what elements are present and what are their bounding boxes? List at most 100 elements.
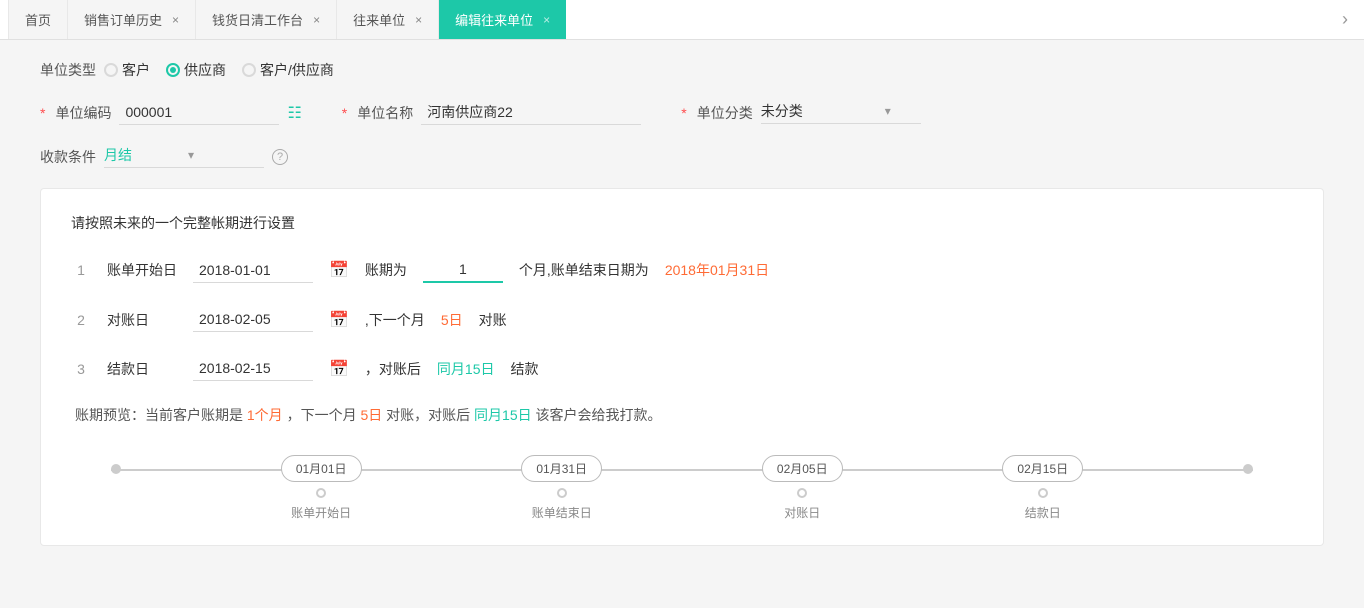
timeline-point-2: 01月31日 账单结束日	[521, 455, 602, 521]
timeline-dot-2	[557, 488, 567, 498]
period-num-2: 2	[71, 312, 91, 328]
period-row-1: 1 账单开始日 📅 账期为 个月,账单结束日期为 2018年01月31日	[71, 257, 1293, 283]
preview-part1: 1个月	[247, 407, 283, 423]
timeline-label-1: 账单开始日	[291, 504, 351, 521]
period-settings-title: 请按照未来的一个完整帐期进行设置	[71, 213, 1293, 233]
unit-info-row: * 单位编码 ☷ * 单位名称 * 单位分类 未分类 ▾	[40, 100, 1324, 125]
period-calendar-icon-1[interactable]: 📅	[329, 260, 349, 280]
unit-name-group: * 单位名称	[342, 100, 641, 125]
tab-edit-partner[interactable]: 编辑往来单位 ×	[439, 0, 566, 39]
tab-cash-ledger-label: 钱货日清工作台	[212, 10, 303, 29]
period-suffix-highlight-2: 5日	[441, 310, 463, 330]
period-suffix-text-2: 对账	[479, 310, 507, 330]
preview-part2: 5日	[360, 407, 382, 423]
preview-mid1: ，下一个月	[287, 407, 357, 423]
unit-code-required: *	[40, 105, 45, 121]
timeline-wrapper: 01月01日 账单开始日 01月31日 账单结束日 02月05日 对账日 02月…	[71, 455, 1293, 521]
timeline-badge-3: 02月05日	[762, 455, 843, 482]
radio-supplier-label: 供应商	[184, 60, 226, 80]
tab-cash-ledger[interactable]: 钱货日清工作台 ×	[196, 0, 337, 39]
unit-type-label: 单位类型	[40, 60, 96, 80]
timeline-label-3: 对账日	[784, 504, 820, 521]
period-field-label-2: 对账日	[107, 310, 177, 330]
tab-partner-unit-close[interactable]: ×	[415, 13, 422, 27]
unit-name-label: 单位名称	[357, 103, 413, 123]
unit-category-value: 未分类	[761, 101, 881, 121]
radio-both[interactable]: 客户/供应商	[242, 60, 334, 80]
timeline-dot-1	[316, 488, 326, 498]
preview-text: 账期预览：当前客户账期是 1个月 ，下一个月 5日 对账，对账后 同月15日 该…	[71, 405, 1293, 425]
timeline-label-2: 账单结束日	[532, 504, 592, 521]
period-unit-1: 个月,账单结束日期为	[519, 260, 649, 280]
period-field-label-1: 账单开始日	[107, 260, 177, 280]
tab-edit-partner-close[interactable]: ×	[543, 13, 550, 27]
unit-code-copy-icon[interactable]: ☷	[287, 103, 301, 123]
unit-name-required: *	[342, 105, 347, 121]
radio-customer-label: 客户	[122, 60, 150, 80]
period-date-input-2[interactable]	[193, 307, 313, 332]
preview-mid2: 对账，对账后	[386, 407, 470, 423]
timeline-badge-2: 01月31日	[521, 455, 602, 482]
period-suffix-highlight-3: 同月15日	[437, 359, 495, 379]
period-row-3: 3 结款日 📅 ，对账后 同月15日 结款	[71, 356, 1293, 381]
period-suffix-end-3: 结款	[511, 359, 539, 379]
period-months-input[interactable]	[423, 257, 503, 283]
main-content: 单位类型 客户 供应商 客户/供应商 * 单位编码	[0, 40, 1364, 608]
unit-type-group: 单位类型 客户 供应商 客户/供应商	[40, 60, 334, 80]
timeline-point-end-dot	[1243, 455, 1253, 474]
payment-condition-row: 收款条件 月结 ▾ ?	[40, 145, 1324, 168]
timeline-point-3: 02月05日 对账日	[762, 455, 843, 521]
tabs-expand-button[interactable]: ›	[1334, 9, 1356, 30]
timeline-left-end-dot	[111, 464, 121, 474]
tab-partner-unit[interactable]: 往来单位 ×	[337, 0, 439, 39]
radio-supplier[interactable]: 供应商	[166, 60, 226, 80]
payment-condition-value: 月结	[104, 145, 184, 165]
period-calendar-icon-2[interactable]: 📅	[329, 310, 349, 330]
unit-category-required: *	[681, 105, 686, 121]
unit-category-select[interactable]: 未分类 ▾	[761, 101, 921, 124]
tab-sales-history[interactable]: 销售订单历史 ×	[68, 0, 196, 39]
timeline-badge-1: 01月01日	[281, 455, 362, 482]
timeline-label-4: 结款日	[1025, 504, 1061, 521]
unit-category-arrow: ▾	[885, 104, 891, 118]
unit-name-input[interactable]	[421, 100, 641, 125]
tab-sales-history-label: 销售订单历史	[84, 10, 162, 29]
tab-home-label: 首页	[25, 10, 51, 29]
tab-home[interactable]: 首页	[8, 0, 68, 39]
period-date-input-3[interactable]	[193, 356, 313, 381]
period-num-3: 3	[71, 361, 91, 377]
period-row-2: 2 对账日 📅 ,下一个月 5日 对账	[71, 307, 1293, 332]
timeline-point-1: 01月01日 账单开始日	[281, 455, 362, 521]
preview-part3: 同月15日	[474, 407, 532, 423]
tab-cash-ledger-close[interactable]: ×	[313, 13, 320, 27]
radio-supplier-circle	[166, 63, 180, 77]
tab-partner-unit-label: 往来单位	[353, 10, 405, 29]
period-end-date-1: 2018年01月31日	[665, 260, 769, 280]
payment-condition-select[interactable]: 月结 ▾	[104, 145, 264, 168]
unit-code-group: * 单位编码 ☷	[40, 100, 302, 125]
period-suffix-text-3a: ，对账后	[365, 359, 421, 379]
unit-category-label: 单位分类	[697, 103, 753, 123]
tabs-bar: 首页 销售订单历史 × 钱货日清工作台 × 往来单位 × 编辑往来单位 × ›	[0, 0, 1364, 40]
period-calendar-icon-3[interactable]: 📅	[329, 359, 349, 379]
unit-type-row: 单位类型 客户 供应商 客户/供应商	[40, 60, 1324, 80]
unit-code-label: 单位编码	[55, 103, 111, 123]
payment-condition-info-icon[interactable]: ?	[272, 149, 288, 165]
timeline-dot-3	[797, 488, 807, 498]
period-suffix-prefix-2: ,下一个月	[365, 310, 425, 330]
period-num-1: 1	[71, 262, 91, 278]
tab-sales-history-close[interactable]: ×	[172, 13, 179, 27]
unit-category-group: * 单位分类 未分类 ▾	[681, 101, 920, 124]
radio-customer[interactable]: 客户	[104, 60, 150, 80]
tab-edit-partner-label: 编辑往来单位	[455, 10, 533, 29]
timeline-badge-4: 02月15日	[1002, 455, 1083, 482]
radio-both-label: 客户/供应商	[260, 60, 334, 80]
period-settings-box: 请按照未来的一个完整帐期进行设置 1 账单开始日 📅 账期为 个月,账单结束日期…	[40, 188, 1324, 546]
payment-condition-arrow: ▾	[188, 148, 194, 162]
period-date-input-1[interactable]	[193, 258, 313, 283]
payment-condition-group: 收款条件 月结 ▾ ?	[40, 145, 288, 168]
timeline-dot-4	[1038, 488, 1048, 498]
timeline-points: 01月01日 账单开始日 01月31日 账单结束日 02月05日 对账日 02月…	[111, 455, 1253, 521]
unit-code-input[interactable]	[119, 100, 279, 125]
timeline-point-4: 02月15日 结款日	[1002, 455, 1083, 521]
